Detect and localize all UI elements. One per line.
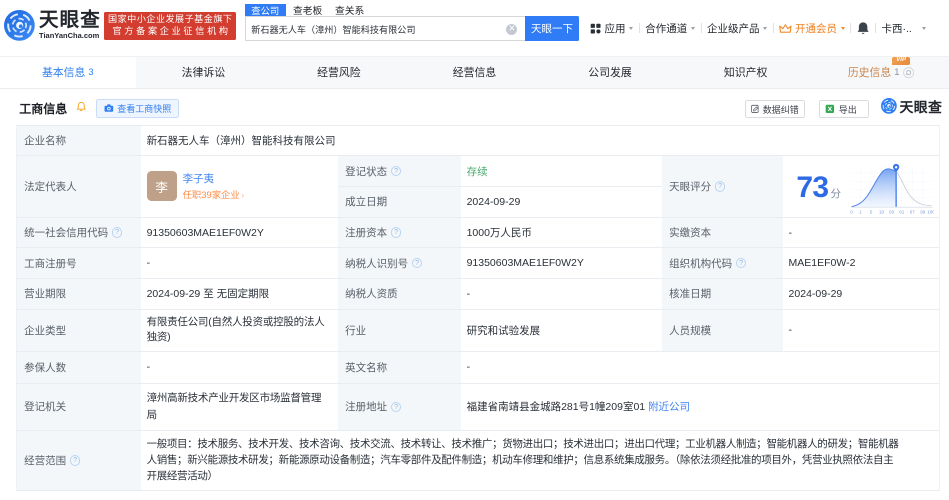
svg-text:67: 67 (909, 209, 915, 214)
svg-text:61: 61 (899, 209, 905, 214)
svg-text:99: 99 (920, 209, 926, 214)
svg-text:100: 100 (927, 209, 934, 214)
svg-text:10: 10 (879, 209, 885, 214)
svg-text:1: 1 (859, 209, 862, 214)
svg-text:0: 0 (850, 209, 853, 214)
svg-text:50: 50 (889, 209, 895, 214)
svg-text:5: 5 (869, 209, 872, 214)
